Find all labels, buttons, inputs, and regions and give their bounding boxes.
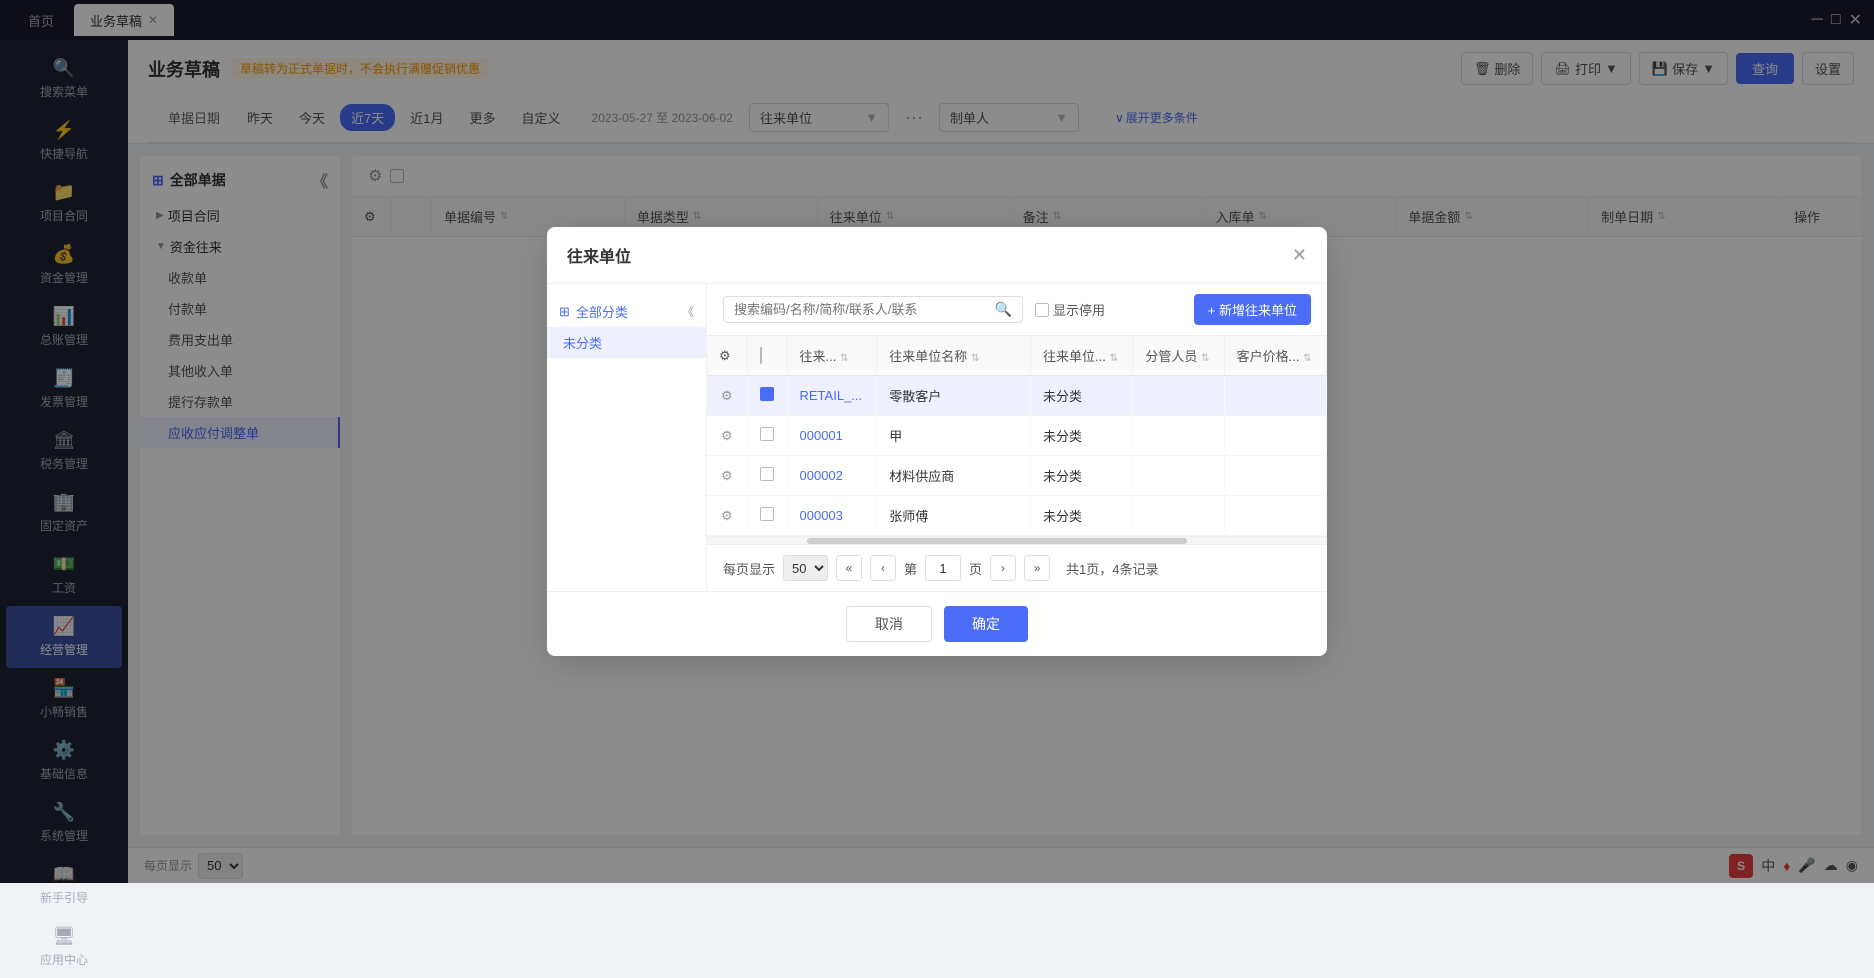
modal-dialog: 往来单位 ✕ ⊞ 全部分类 《 未分类 <box>547 227 1327 656</box>
modal-header: 往来单位 ✕ <box>547 227 1327 284</box>
modal-search-box[interactable]: 🔍 <box>723 296 1023 323</box>
th-modal-person[interactable]: 分管人员 ⇅ <box>1133 336 1224 376</box>
modal-toolbar: 🔍 显示停用 + 新增往来单位 <box>707 284 1327 336</box>
th-modal-price[interactable]: 客户价格... ⇅ <box>1224 336 1326 376</box>
cell-category: 未分类 <box>1031 416 1133 456</box>
cell-settings[interactable]: ⚙ <box>707 416 747 456</box>
th-modal-check <box>747 336 787 376</box>
show-disabled-checkbox[interactable] <box>1035 303 1049 317</box>
modal-table-area: 🔍 显示停用 + 新增往来单位 ⚙ <box>707 284 1327 591</box>
cell-name: 材料供应商 <box>877 456 1031 496</box>
cell-category: 未分类 <box>1031 376 1133 416</box>
modal-search-input[interactable] <box>734 302 989 317</box>
cat-unclassified-label: 未分类 <box>563 336 602 351</box>
sort-name-icon: ⇅ <box>971 353 979 364</box>
modal-categories: ⊞ 全部分类 《 未分类 <box>547 284 707 591</box>
cell-person <box>1133 496 1224 536</box>
page-current-input[interactable] <box>925 555 961 581</box>
cell-code: RETAIL_... <box>787 376 877 416</box>
cat-all-icon: ⊞ <box>559 304 570 320</box>
th-modal-code[interactable]: 往来... ⇅ <box>787 336 877 376</box>
sort-cat-icon: ⇅ <box>1110 353 1118 364</box>
per-page-label: 每页显示 <box>723 559 775 578</box>
per-page-select[interactable]: 50 <box>783 555 828 581</box>
modal-overlay: 往来单位 ✕ ⊞ 全部分类 《 未分类 <box>0 0 1874 883</box>
add-counterparty-button[interactable]: + 新增往来单位 <box>1194 294 1311 325</box>
cell-price <box>1224 456 1326 496</box>
modal-title: 往来单位 <box>567 243 631 267</box>
cell-category: 未分类 <box>1031 496 1133 536</box>
cell-category: 未分类 <box>1031 456 1133 496</box>
cat-header-all[interactable]: ⊞ 全部分类 《 <box>547 296 706 327</box>
cell-name: 零散客户 <box>877 376 1031 416</box>
cell-settings[interactable]: ⚙ <box>707 496 747 536</box>
page-next-btn[interactable]: › <box>990 555 1016 581</box>
h-scroll-bar[interactable] <box>707 536 1327 544</box>
cell-settings[interactable]: ⚙ <box>707 376 747 416</box>
cell-code: 000003 <box>787 496 877 536</box>
sort-price-icon: ⇅ <box>1303 353 1311 364</box>
th-checkbox[interactable] <box>760 347 762 364</box>
cell-check[interactable] <box>747 416 787 456</box>
page-label: 第 <box>904 559 917 578</box>
cell-price <box>1224 416 1326 456</box>
sort-person-icon: ⇅ <box>1201 353 1209 364</box>
cat-all-label: 全部分类 <box>576 302 628 321</box>
appstore-icon: 🖥 <box>53 926 76 947</box>
h-scroll-thumb <box>807 538 1187 544</box>
confirm-button[interactable]: 确定 <box>944 606 1028 642</box>
cell-check[interactable] <box>747 456 787 496</box>
page-last-btn[interactable]: » <box>1024 555 1050 581</box>
th-modal-settings[interactable]: ⚙ <box>707 336 747 376</box>
table-row[interactable]: ⚙ RETAIL_... 零散客户 未分类 <box>707 376 1327 416</box>
show-disabled-toggle[interactable]: 显示停用 <box>1035 300 1105 319</box>
th-modal-category[interactable]: 往来单位... ⇅ <box>1031 336 1133 376</box>
table-row[interactable]: ⚙ 000003 张师傅 未分类 <box>707 496 1327 536</box>
sidebar-item-label: 新手引导 <box>40 889 88 906</box>
modal-actions: 取消 确定 <box>547 591 1327 656</box>
modal-body: ⊞ 全部分类 《 未分类 🔍 显示停用 <box>547 284 1327 591</box>
page-suffix: 页 <box>969 559 982 578</box>
th-modal-name[interactable]: 往来单位名称 ⇅ <box>877 336 1031 376</box>
cell-price <box>1224 376 1326 416</box>
search-icon: 🔍 <box>995 301 1012 318</box>
cell-check[interactable] <box>747 496 787 536</box>
add-counterparty-label: + 新增往来单位 <box>1208 300 1297 319</box>
cell-price <box>1224 496 1326 536</box>
table-row[interactable]: ⚙ 000002 材料供应商 未分类 <box>707 456 1327 496</box>
sort-code-icon: ⇅ <box>840 353 848 364</box>
table-row[interactable]: ⚙ 000001 甲 未分类 <box>707 416 1327 456</box>
cell-check[interactable] <box>747 376 787 416</box>
modal-close-icon[interactable]: ✕ <box>1292 245 1307 266</box>
cell-settings[interactable]: ⚙ <box>707 456 747 496</box>
cat-item-unclassified[interactable]: 未分类 <box>547 327 706 358</box>
cancel-button[interactable]: 取消 <box>846 606 932 642</box>
total-text: 共1页，4条记录 <box>1066 559 1158 578</box>
table-header-row: ⚙ 往来... ⇅ 往来单位名称 ⇅ <box>707 336 1327 376</box>
modal-data-table: ⚙ 往来... ⇅ 往来单位名称 ⇅ <box>707 336 1327 536</box>
cell-person <box>1133 456 1224 496</box>
cat-collapse-icon[interactable]: 《 <box>682 303 694 320</box>
sidebar-item-appstore[interactable]: 🖥 应用中心 <box>0 916 128 978</box>
counterparty-table: ⚙ 往来... ⇅ 往来单位名称 ⇅ <box>707 336 1327 536</box>
cell-name: 张师傅 <box>877 496 1031 536</box>
page-prev-btn[interactable]: ‹ <box>870 555 896 581</box>
cell-person <box>1133 376 1224 416</box>
sidebar-item-label: 应用中心 <box>40 951 88 968</box>
show-disabled-label: 显示停用 <box>1053 300 1105 319</box>
cell-name: 甲 <box>877 416 1031 456</box>
modal-pagination: 每页显示 50 « ‹ 第 页 › » 共1页，4条记录 <box>707 544 1327 591</box>
cell-code: 000001 <box>787 416 877 456</box>
page-first-btn[interactable]: « <box>836 555 862 581</box>
cell-person <box>1133 416 1224 456</box>
cell-code: 000002 <box>787 456 877 496</box>
